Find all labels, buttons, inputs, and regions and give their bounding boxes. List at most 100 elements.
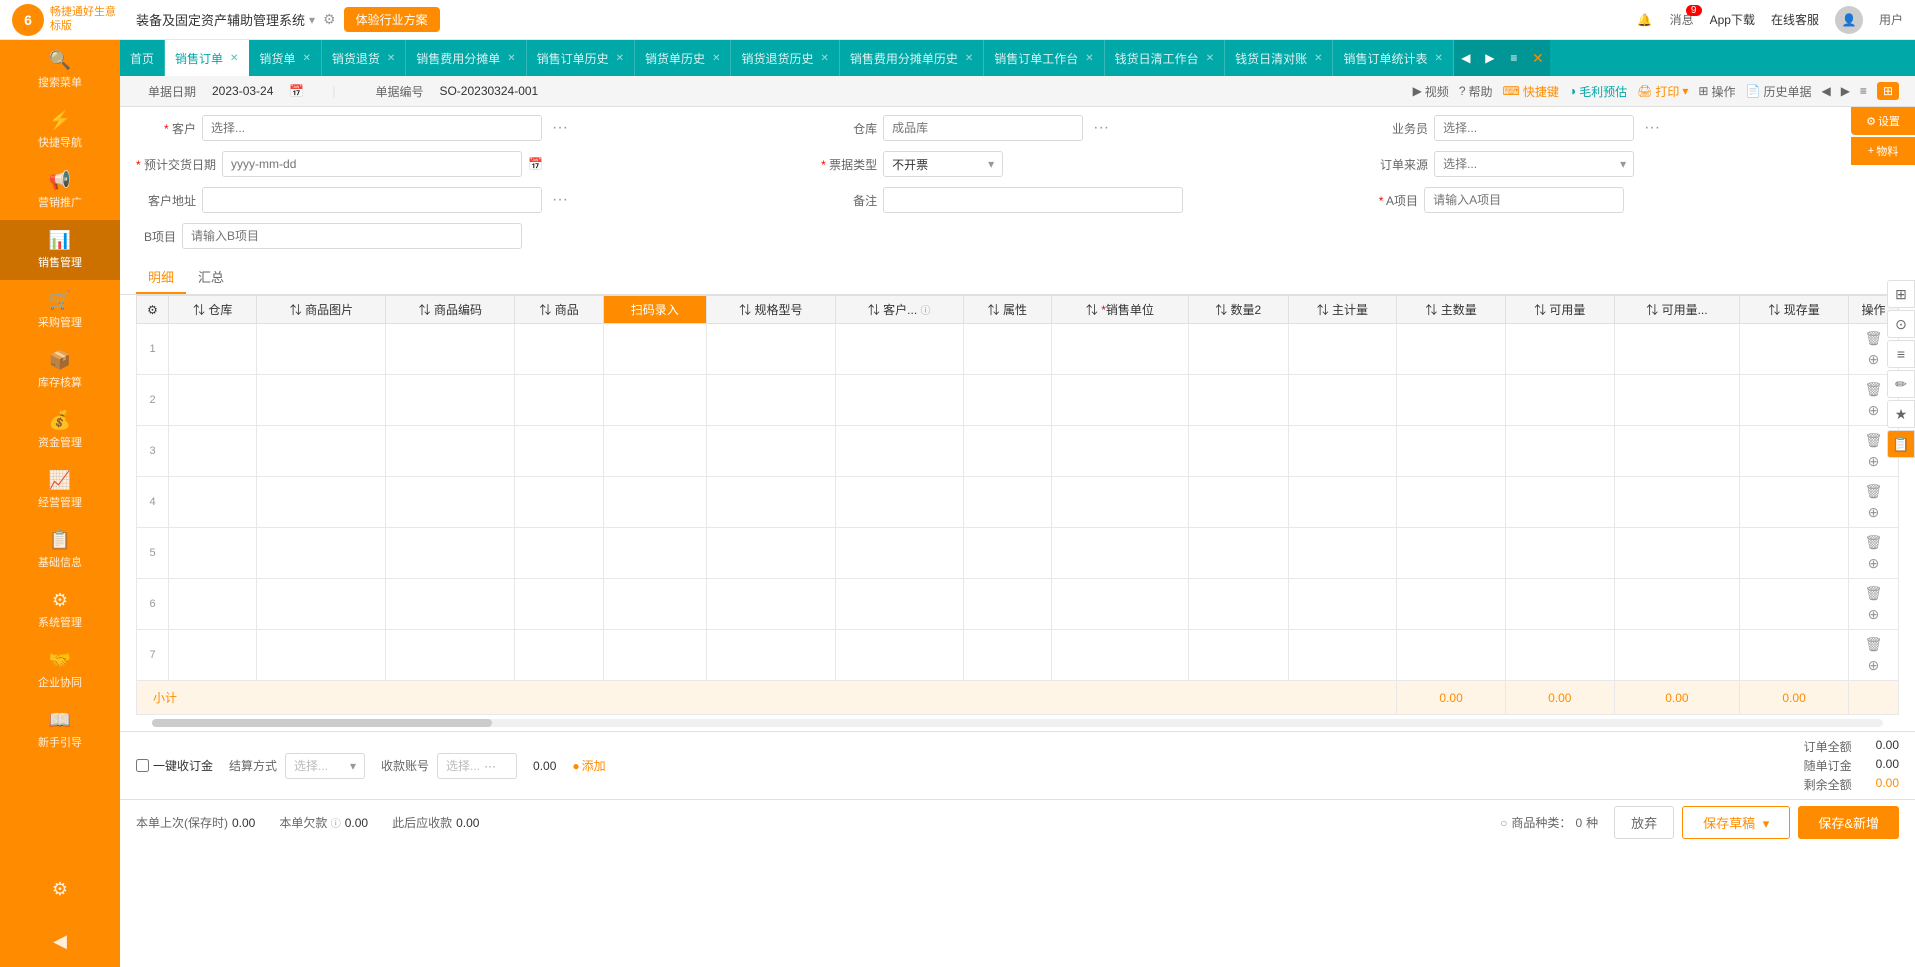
row-main-qty[interactable] <box>1397 324 1506 375</box>
one-click-payment-checkbox[interactable]: 一键收订金 <box>136 757 213 774</box>
user-avatar[interactable]: 👤 <box>1835 6 1863 34</box>
tab-sales-expense[interactable]: 销售费用分摊单 ✕ <box>406 40 526 76</box>
table-scrollbar-thumb[interactable] <box>152 719 492 727</box>
delivery-date-input[interactable] <box>222 151 522 177</box>
col-spec[interactable]: ⇅ 规格型号 <box>706 296 835 324</box>
tab-daily-reconcile-close[interactable]: ✕ <box>1314 53 1322 64</box>
col-image[interactable]: ⇅ 商品图片 <box>257 296 386 324</box>
tab-close-all-btn[interactable]: ✕ <box>1526 40 1550 76</box>
tab-sales-order-close[interactable]: ✕ <box>230 53 238 64</box>
address-input[interactable] <box>202 187 542 213</box>
staff-input[interactable] <box>1434 115 1634 141</box>
aproject-input[interactable] <box>1424 187 1624 213</box>
address-more-btn[interactable]: ··· <box>552 191 568 209</box>
sidebar-item-business[interactable]: 📈 经营管理 <box>0 460 120 520</box>
user-name[interactable]: 用户 <box>1879 11 1903 28</box>
col-main-qty[interactable]: ⇅ 主数量 <box>1397 296 1506 324</box>
row-customer[interactable] <box>835 324 963 375</box>
tile-view-btn[interactable]: ⊞ <box>1877 82 1899 100</box>
right-icon-4[interactable]: ✏ <box>1887 370 1915 398</box>
row-main-unit[interactable] <box>1288 324 1397 375</box>
tab-prev-btn[interactable]: ◀ <box>1454 40 1478 76</box>
tab-home[interactable]: 首页 <box>120 40 165 76</box>
right-icon-5[interactable]: ★ <box>1887 400 1915 428</box>
tab-sales-delivery-close[interactable]: ✕ <box>302 53 310 64</box>
col-settings[interactable]: ⚙ <box>137 296 169 324</box>
sidebar-item-search[interactable]: 🔍 搜索菜单 <box>0 40 120 100</box>
sidebar-item-finance[interactable]: 💰 资金管理 <box>0 400 120 460</box>
col-current[interactable]: ⇅ 现存量 <box>1740 296 1849 324</box>
row-delete-btn[interactable]: 🗑 <box>1863 328 1885 349</box>
col-scan[interactable]: 扫码录入 <box>603 296 706 324</box>
tab-sales-expense-close[interactable]: ✕ <box>507 53 515 64</box>
row-delete-btn[interactable]: 🗑 <box>1863 532 1885 553</box>
row-copy-btn[interactable]: ⊕ <box>1866 451 1882 472</box>
sidebar-item-inventory[interactable]: 📦 库存核算 <box>0 340 120 400</box>
customer-more-btn[interactable]: ··· <box>552 119 568 137</box>
tab-menu-btn[interactable]: ≡ <box>1502 40 1526 76</box>
settings-panel-btn[interactable]: ⚙ 设置 <box>1851 107 1915 135</box>
print-btn[interactable]: 🖨 打印 ▾ <box>1637 83 1688 100</box>
tab-stats-close[interactable]: ✕ <box>1435 53 1443 64</box>
row-copy-btn[interactable]: ⊕ <box>1866 349 1882 370</box>
col-code[interactable]: ⇅ 商品编码 <box>386 296 515 324</box>
col-qty2[interactable]: ⇅ 数量2 <box>1188 296 1288 324</box>
sidebar-item-guide[interactable]: 📖 新手引导 <box>0 700 120 760</box>
material-panel-btn[interactable]: + 物料 <box>1851 137 1915 165</box>
sidebar-item-base[interactable]: 📋 基础信息 <box>0 520 120 580</box>
col-unit[interactable]: ⇅ *销售单位 <box>1051 296 1188 324</box>
row-code[interactable] <box>386 324 515 375</box>
row-warehouse[interactable] <box>169 324 257 375</box>
row-scan[interactable] <box>603 324 706 375</box>
row-copy-btn[interactable]: ⊕ <box>1866 553 1882 574</box>
customer-input[interactable] <box>202 115 542 141</box>
help-btn[interactable]: ? 帮助 <box>1459 83 1493 100</box>
subtab-detail[interactable]: 明细 <box>136 261 186 294</box>
history-btn[interactable]: 📄 历史单据 <box>1745 83 1811 100</box>
receipt-select[interactable]: 选择... ··· <box>437 753 517 779</box>
bproject-input[interactable] <box>182 223 522 249</box>
tab-expense-history[interactable]: 销售费用分摊单历史 ✕ <box>840 40 984 76</box>
industry-btn[interactable]: 体验行业方案 <box>344 7 440 32</box>
tab-order-history[interactable]: 销售订单历史 ✕ <box>527 40 635 76</box>
tab-delivery-history[interactable]: 销货单历史 ✕ <box>635 40 731 76</box>
view-btn[interactable]: ▶ 视频 <box>1413 83 1449 100</box>
tab-delivery-history-close[interactable]: ✕ <box>712 53 720 64</box>
row-qty2[interactable] <box>1188 324 1288 375</box>
tab-workbench[interactable]: 销售订单工作台 ✕ <box>984 40 1104 76</box>
settlement-select[interactable]: 选择... ▾ <box>285 753 365 779</box>
tab-sales-delivery[interactable]: 销货单 ✕ <box>249 40 321 76</box>
save-new-btn[interactable]: 保存&新增 <box>1798 806 1899 839</box>
tab-sales-order[interactable]: 销售订单 ✕ <box>165 40 249 76</box>
tab-daily-workbench[interactable]: 钱货日清工作台 ✕ <box>1105 40 1225 76</box>
discard-btn[interactable]: 放弃 <box>1614 806 1674 839</box>
warehouse-more-btn[interactable]: ··· <box>1093 119 1109 137</box>
tab-return-history[interactable]: 销货退货历史 ✕ <box>731 40 839 76</box>
app-download-link[interactable]: App下载 <box>1710 11 1755 28</box>
calendar-icon[interactable]: 📅 <box>289 84 304 98</box>
row-delete-btn[interactable]: 🗑 <box>1863 430 1885 451</box>
tab-return-history-close[interactable]: ✕ <box>820 53 828 64</box>
remark-input[interactable] <box>883 187 1183 213</box>
subtab-summary[interactable]: 汇总 <box>186 261 236 294</box>
tab-expense-history-close[interactable]: ✕ <box>965 53 973 64</box>
online-service-link[interactable]: 在线客服 <box>1771 11 1819 28</box>
delivery-calendar-icon[interactable]: 📅 <box>528 157 543 171</box>
row-product[interactable] <box>515 324 603 375</box>
right-icon-1[interactable]: ⊞ <box>1887 280 1915 308</box>
save-draft-dropdown[interactable]: ▾ <box>1763 816 1770 831</box>
tab-next-btn[interactable]: ▶ <box>1478 40 1502 76</box>
col-warehouse[interactable]: ⇅ 仓库 <box>169 296 257 324</box>
col-product[interactable]: ⇅ 商品 <box>515 296 603 324</box>
one-click-checkbox-input[interactable] <box>136 759 149 772</box>
col-customer[interactable]: ⇅ 客户... ⓘ <box>835 296 963 324</box>
row-unit[interactable] <box>1051 324 1188 375</box>
row-delete-btn[interactable]: 🗑 <box>1863 583 1885 604</box>
table-scroll[interactable]: ⚙ ⇅ 仓库 ⇅ 商品图片 ⇅ 商品编码 ⇅ 商品 扫码录入 ⇅ 规格型号 ⇅ … <box>136 295 1899 715</box>
col-available[interactable]: ⇅ 可用量 <box>1505 296 1614 324</box>
sidebar-item-sales[interactable]: 📊 销售管理 <box>0 220 120 280</box>
row-current[interactable] <box>1740 324 1849 375</box>
row-available[interactable] <box>1505 324 1614 375</box>
profit-btn[interactable]: ◑ 毛利预估 <box>1569 83 1627 100</box>
row-copy-btn[interactable]: ⊕ <box>1866 655 1882 676</box>
